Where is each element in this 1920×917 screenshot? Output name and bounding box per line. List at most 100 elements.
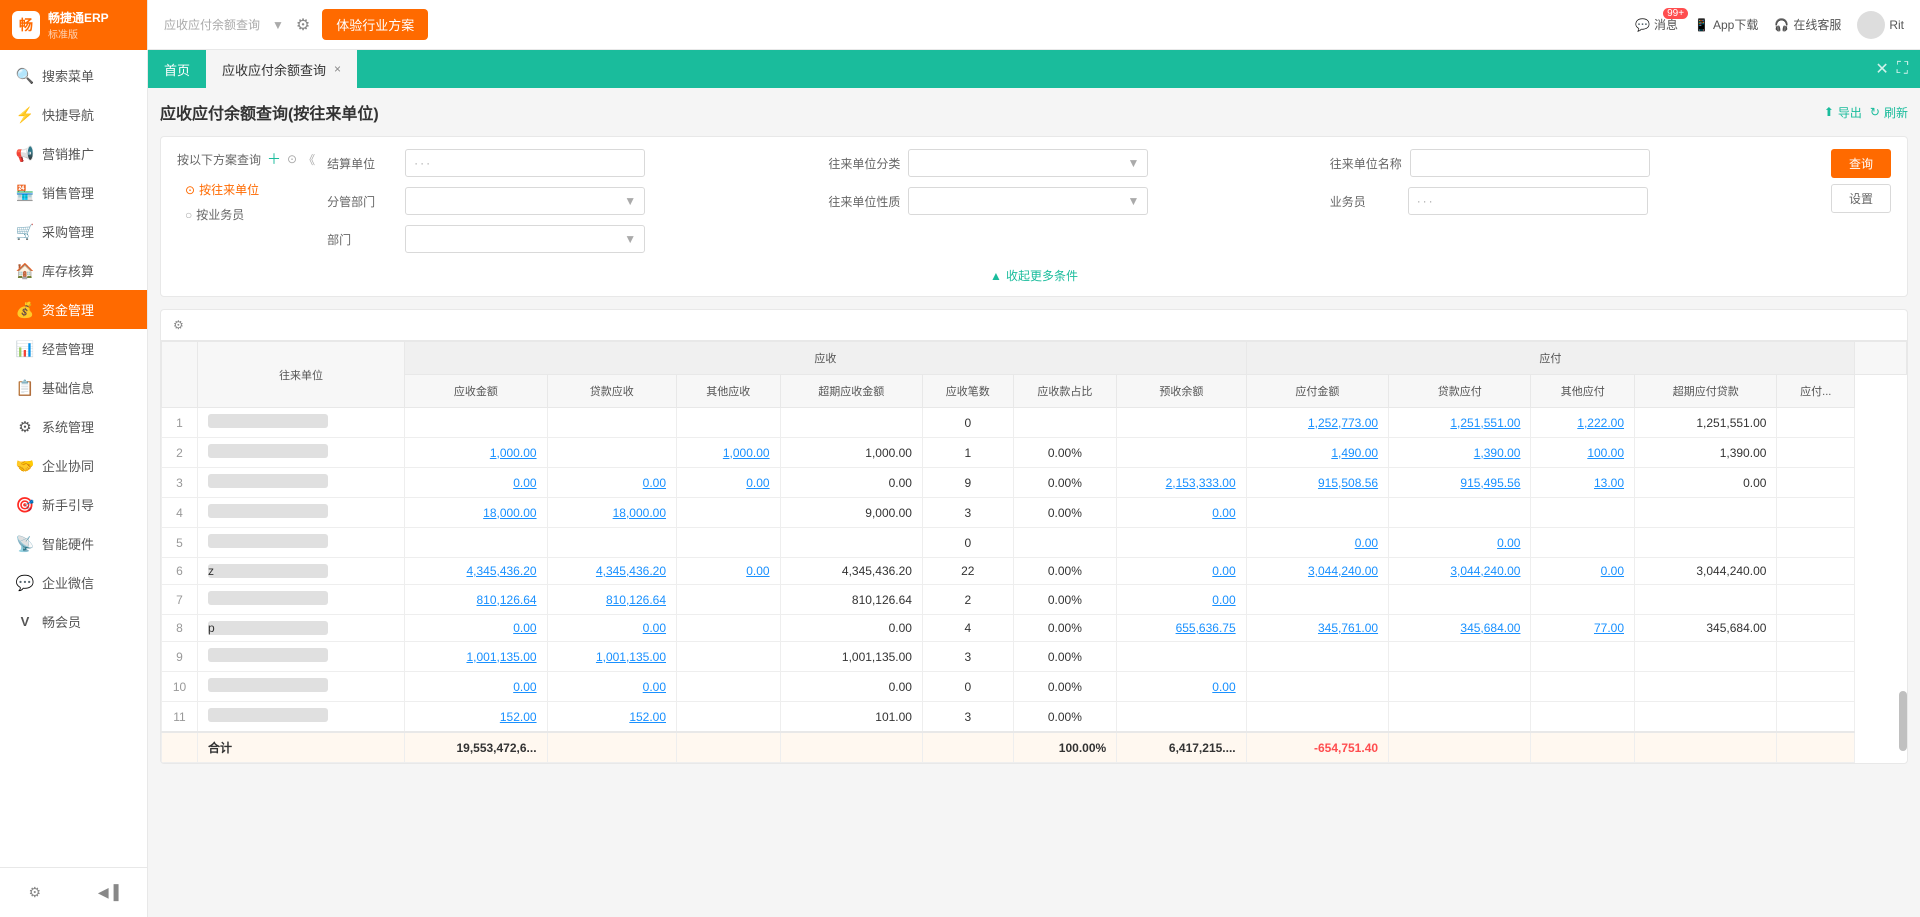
sidebar-item-purchase[interactable]: 🛒 采购管理 [0, 212, 147, 251]
filter-collapse-left-icon[interactable]: 《 [303, 151, 315, 168]
partner-name-label: 往来单位名称 [1330, 155, 1402, 172]
window-maximize-icon[interactable]: ⛶ [1897, 60, 1908, 78]
scrollbar[interactable] [1899, 691, 1907, 751]
user-avatar-button[interactable]: Rit [1857, 11, 1904, 39]
quick-nav-icon: ⚡ [16, 106, 34, 124]
marketing-icon: 📢 [16, 145, 34, 163]
page-header: 应收应付余额查询(按往来单位) ⬆ 导出 ↻ 刷新 [160, 100, 1908, 124]
department-chevron-icon: ▼ [624, 232, 636, 246]
partner-name-input[interactable] [1410, 149, 1650, 177]
col-ar-prepay-header: 预收余额 [1117, 375, 1246, 408]
sidebar-settings-button[interactable]: ⚙ [20, 876, 49, 909]
tab-close-icon[interactable]: × [334, 62, 341, 76]
avatar [1857, 11, 1885, 39]
sidebar-menu: 🔍 搜索菜单 ⚡ 快捷导航 📢 营销推广 🏪 销售管理 🛒 采购管理 🏠 库存核… [0, 50, 147, 867]
partner-nature-label: 往来单位性质 [828, 193, 900, 210]
query-button[interactable]: 查询 [1831, 149, 1891, 178]
online-service-button[interactable]: 🎧 在线客服 [1774, 16, 1841, 33]
sidebar-item-search-menu[interactable]: 🔍 搜索菜单 [0, 56, 147, 95]
window-close-icon[interactable]: ✕ [1875, 59, 1888, 79]
total-ap-amount-cell: -654,751.40 [1246, 732, 1388, 763]
refresh-icon: ↻ [1870, 105, 1880, 119]
sidebar-item-finance[interactable]: 💰 资金管理 [0, 290, 147, 329]
enterprise-collab-icon: 🤝 [16, 457, 34, 475]
col-ap-overdue-header: 超期应付贷款 [1635, 375, 1777, 408]
settlement-unit-input[interactable]: ··· [405, 149, 645, 177]
sidebar-item-basic-info[interactable]: 📋 基础信息 [0, 368, 147, 407]
sidebar-item-enterprise-collab[interactable]: 🤝 企业协同 [0, 446, 147, 485]
sidebar-item-inventory[interactable]: 🏠 库存核算 [0, 251, 147, 290]
sidebar-item-beginner[interactable]: 🎯 新手引导 [0, 485, 147, 524]
setting-button[interactable]: 设置 [1831, 184, 1891, 213]
messages-badge: 99+ [1663, 8, 1688, 19]
total-num-cell [162, 732, 198, 763]
sidebar-item-vip[interactable]: V 畅会员 [0, 602, 147, 641]
col-ar-overdue-header: 超期应收金额 [780, 375, 922, 408]
finance-icon: 💰 [16, 301, 34, 319]
beginner-icon: 🎯 [16, 496, 34, 514]
refresh-button[interactable]: ↻ 刷新 [1870, 104, 1908, 121]
tab-home[interactable]: 首页 [148, 50, 206, 88]
partner-nature-chevron-icon: ▼ [1128, 194, 1140, 208]
vip-icon: V [16, 613, 34, 631]
col-partner-header: 往来单位 [198, 342, 405, 408]
settings-gear-icon[interactable]: ⚙ [296, 15, 310, 35]
enterprise-wechat-icon: 💬 [16, 574, 34, 592]
logo-text: 畅捷通ERP 标准版 [48, 9, 109, 41]
sidebar-item-operation[interactable]: 📊 经营管理 [0, 329, 147, 368]
purchase-icon: 🛒 [16, 223, 34, 241]
settlement-unit-label: 结算单位 [327, 155, 397, 172]
online-service-icon: 🎧 [1774, 18, 1789, 32]
header: 应收应付余额查询 ▼ ⚙ 体验行业方案 💬 消息 99+ 📱 App下载 🎧 在… [148, 0, 1920, 50]
table-row: 30.000.000.000.0090.00%2,153,333.00915,5… [162, 468, 1907, 498]
sidebar-item-system[interactable]: ⚙ 系统管理 [0, 407, 147, 446]
sidebar-collapse-button[interactable]: ◀▐ [90, 876, 127, 909]
page-actions: ⬆ 导出 ↻ 刷新 [1824, 104, 1908, 121]
sidebar-item-smart-hardware[interactable]: 📡 智能硬件 [0, 524, 147, 563]
total-ar-other-cell [677, 732, 781, 763]
col-ar-count-header: 应收笔数 [922, 375, 1013, 408]
filter-add-button[interactable]: ＋ [267, 149, 281, 169]
sidebar-item-enterprise-wechat[interactable]: 💬 企业微信 [0, 563, 147, 602]
total-ar-prepay-cell: 6,417,215.... [1117, 732, 1246, 763]
scheme-by-partner[interactable]: ⊙ 按往来单位 [177, 177, 315, 202]
total-row: 合计 19,553,472,6... 100.00% 6,417,215....… [162, 732, 1907, 763]
tab-bar: 首页 应收应付余额查询 × ✕ ⛶ [148, 50, 1920, 88]
tab-ar-ap-query[interactable]: 应收应付余额查询 × [206, 50, 357, 88]
col-ap-more-header2: 应付... [1777, 375, 1855, 408]
dept-manager-select[interactable]: ▼ [405, 187, 645, 215]
scheme-by-salesperson[interactable]: ○ 按业务员 [177, 202, 315, 227]
partner-category-chevron-icon: ▼ [1128, 156, 1140, 170]
total-ar-amount-cell: 19,553,472,6... [405, 732, 547, 763]
promo-button[interactable]: 体验行业方案 [322, 9, 428, 40]
col-ap-more-header [1855, 342, 1907, 375]
filter-scheme-sidebar: 按以下方案查询 ＋ ⊙ 《 ⊙ 按往来单位 ○ 按业务员 [177, 149, 315, 259]
filter-collapse-button[interactable]: ▲ 收起更多条件 [177, 267, 1891, 284]
filter-settings-icon[interactable]: ⊙ [287, 152, 297, 166]
total-ap-loan-cell [1389, 732, 1531, 763]
data-table: 往来单位 应收 应付 应收金额 贷款应收 其他应收 超期应收金额 应收笔数 应收… [161, 341, 1907, 763]
scheme-inactive-icon: ○ [185, 208, 192, 222]
sidebar-item-quick-nav[interactable]: ⚡ 快捷导航 [0, 95, 147, 134]
partner-category-label: 往来单位分类 [828, 155, 900, 172]
salesperson-input[interactable]: ··· [1408, 187, 1648, 215]
filter-fields: 结算单位 ··· 往来单位分类 ▼ [327, 149, 1819, 259]
table-settings-icon[interactable]: ⚙ [173, 318, 184, 332]
department-select[interactable]: ▼ [405, 225, 645, 253]
filter-label: 按以下方案查询 [177, 151, 261, 168]
total-ap-other-cell [1531, 732, 1635, 763]
total-ar-overdue-cell [780, 732, 922, 763]
export-button[interactable]: ⬆ 导出 [1824, 104, 1862, 121]
partner-category-select[interactable]: ▼ [908, 149, 1148, 177]
partner-nature-select[interactable]: ▼ [908, 187, 1148, 215]
system-icon: ⚙ [16, 418, 34, 436]
sidebar-item-sales[interactable]: 🏪 销售管理 [0, 173, 147, 212]
total-label-cell: 合计 [198, 732, 405, 763]
sidebar-item-marketing[interactable]: 📢 营销推广 [0, 134, 147, 173]
total-ar-ratio-cell: 100.00% [1013, 732, 1117, 763]
col-ar-ratio-header: 应收款占比 [1013, 375, 1117, 408]
col-ar-loan-header: 贷款应收 [547, 375, 676, 408]
messages-button[interactable]: 💬 消息 99+ [1635, 16, 1678, 33]
table-row: 11152.00152.00101.0030.00% [162, 702, 1907, 733]
app-download-button[interactable]: 📱 App下载 [1694, 16, 1758, 33]
